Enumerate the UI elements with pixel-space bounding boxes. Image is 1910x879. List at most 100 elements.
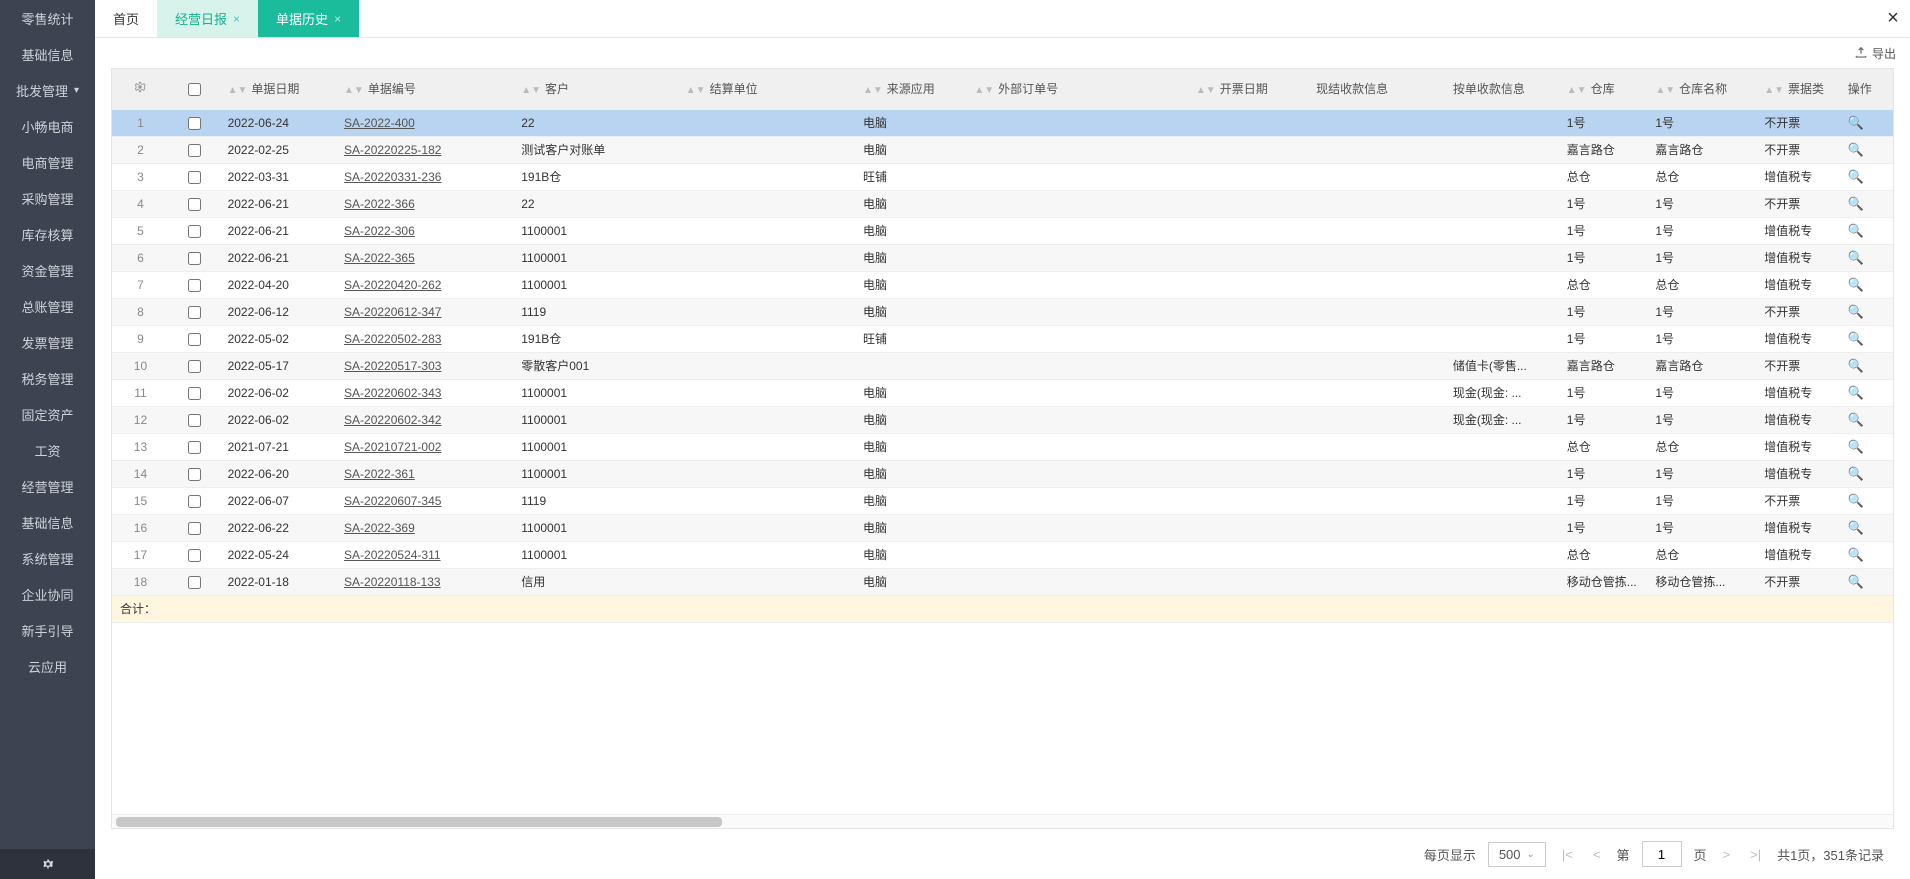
col-whname[interactable]: ▲▼仓库名称 — [1647, 69, 1756, 109]
sidebar-item-9[interactable]: 发票管理 — [0, 324, 95, 360]
doc-link[interactable]: SA-2022-369 — [344, 521, 415, 535]
sidebar-item-18[interactable]: 云应用 — [0, 648, 95, 684]
row-checkbox[interactable] — [188, 198, 201, 211]
cell-checkbox[interactable] — [169, 298, 220, 325]
doc-link[interactable]: SA-20220517-303 — [344, 359, 441, 373]
search-icon[interactable]: 🔍 — [1848, 574, 1864, 589]
col-gear[interactable] — [112, 69, 169, 109]
search-icon[interactable]: 🔍 — [1848, 412, 1864, 427]
doc-link[interactable]: SA-20220607-345 — [344, 494, 441, 508]
sidebar-item-10[interactable]: 税务管理 — [0, 360, 95, 396]
table-row[interactable]: 22022-02-25SA-20220225-182测试客户对账单电脑嘉言路仓嘉… — [112, 136, 1893, 163]
cell-checkbox[interactable] — [169, 568, 220, 595]
cell-op[interactable]: 🔍 — [1840, 541, 1893, 568]
sidebar-settings[interactable] — [0, 849, 95, 879]
tab-bar-close[interactable]: × — [1876, 0, 1910, 37]
row-checkbox[interactable] — [188, 171, 201, 184]
cell-op[interactable]: 🔍 — [1840, 271, 1893, 298]
table-row[interactable]: 12022-06-24SA-2022-40022电脑1号1号不开票🔍 — [112, 109, 1893, 136]
row-checkbox[interactable] — [188, 468, 201, 481]
row-checkbox[interactable] — [188, 252, 201, 265]
sidebar-item-14[interactable]: 基础信息 — [0, 504, 95, 540]
cell-op[interactable]: 🔍 — [1840, 298, 1893, 325]
page-next[interactable]: > — [1719, 847, 1735, 862]
search-icon[interactable]: 🔍 — [1848, 277, 1864, 292]
row-checkbox[interactable] — [188, 144, 201, 157]
table-row[interactable]: 162022-06-22SA-2022-3691100001电脑1号1号增值税专… — [112, 514, 1893, 541]
table-row[interactable]: 142022-06-20SA-2022-3611100001电脑1号1号增值税专… — [112, 460, 1893, 487]
cell-op[interactable]: 🔍 — [1840, 352, 1893, 379]
sidebar-item-0[interactable]: 零售统计 — [0, 0, 95, 36]
search-icon[interactable]: 🔍 — [1848, 358, 1864, 373]
row-checkbox[interactable] — [188, 117, 201, 130]
doc-link[interactable]: SA-20220502-283 — [344, 332, 441, 346]
col-src[interactable]: ▲▼来源应用 — [855, 69, 966, 109]
page-first[interactable]: |< — [1558, 847, 1577, 862]
table-row[interactable]: 122022-06-02SA-20220602-3421100001电脑现金(现… — [112, 406, 1893, 433]
table-row[interactable]: 32022-03-31SA-20220331-236191B仓旺铺总仓总仓增值税… — [112, 163, 1893, 190]
col-ticket[interactable]: ▲▼票据类 — [1756, 69, 1840, 109]
col-invdate[interactable]: ▲▼开票日期 — [1188, 69, 1308, 109]
cell-op[interactable]: 🔍 — [1840, 217, 1893, 244]
search-icon[interactable]: 🔍 — [1848, 466, 1864, 481]
cell-checkbox[interactable] — [169, 109, 220, 136]
doc-link[interactable]: SA-20220612-347 — [344, 305, 441, 319]
row-checkbox[interactable] — [188, 279, 201, 292]
cell-checkbox[interactable] — [169, 487, 220, 514]
table-row[interactable]: 152022-06-07SA-20220607-3451119电脑1号1号不开票… — [112, 487, 1893, 514]
cell-checkbox[interactable] — [169, 379, 220, 406]
sidebar-item-2[interactable]: 批发管理 — [0, 72, 95, 108]
search-icon[interactable]: 🔍 — [1848, 142, 1864, 157]
horizontal-scrollbar[interactable] — [112, 814, 1893, 828]
row-checkbox[interactable] — [188, 576, 201, 589]
sidebar-item-13[interactable]: 经营管理 — [0, 468, 95, 504]
search-icon[interactable]: 🔍 — [1848, 385, 1864, 400]
cell-op[interactable]: 🔍 — [1840, 406, 1893, 433]
tab-bill-history[interactable]: 单据历史 × — [258, 0, 359, 37]
row-checkbox[interactable] — [188, 414, 201, 427]
doc-link[interactable]: SA-20220602-342 — [344, 413, 441, 427]
table-row[interactable]: 132021-07-21SA-20210721-0021100001电脑总仓总仓… — [112, 433, 1893, 460]
doc-link[interactable]: SA-2022-366 — [344, 197, 415, 211]
doc-link[interactable]: SA-20220225-182 — [344, 143, 441, 157]
table-row[interactable]: 72022-04-20SA-20220420-2621100001电脑总仓总仓增… — [112, 271, 1893, 298]
row-checkbox[interactable] — [188, 387, 201, 400]
col-bycash[interactable]: 按单收款信息 — [1445, 69, 1559, 109]
table-row[interactable]: 92022-05-02SA-20220502-283191B仓旺铺1号1号增值税… — [112, 325, 1893, 352]
tab-home[interactable]: 首页 — [95, 0, 157, 37]
search-icon[interactable]: 🔍 — [1848, 169, 1864, 184]
table-row[interactable]: 172022-05-24SA-20220524-3111100001电脑总仓总仓… — [112, 541, 1893, 568]
col-cash[interactable]: 现结收款信息 — [1308, 69, 1445, 109]
select-all-checkbox[interactable] — [188, 83, 201, 96]
doc-link[interactable]: SA-20220331-236 — [344, 170, 441, 184]
cell-checkbox[interactable] — [169, 271, 220, 298]
per-page-select[interactable]: 500 ⌄ — [1488, 842, 1546, 867]
table-row[interactable]: 82022-06-12SA-20220612-3471119电脑1号1号不开票🔍 — [112, 298, 1893, 325]
sidebar-item-1[interactable]: 基础信息 — [0, 36, 95, 72]
search-icon[interactable]: 🔍 — [1848, 547, 1864, 562]
table-scroll[interactable]: ▲▼单据日期 ▲▼单据编号 ▲▼客户 ▲▼结算单位 ▲▼来源应用 ▲▼外部订单号… — [112, 69, 1893, 814]
col-ext[interactable]: ▲▼外部订单号 — [966, 69, 1188, 109]
export-button[interactable]: 导出 — [1854, 45, 1896, 62]
sidebar-item-3[interactable]: 小畅电商 — [0, 108, 95, 144]
cell-op[interactable]: 🔍 — [1840, 136, 1893, 163]
doc-link[interactable]: SA-20220602-343 — [344, 386, 441, 400]
col-wh[interactable]: ▲▼仓库 — [1559, 69, 1648, 109]
cell-op[interactable]: 🔍 — [1840, 109, 1893, 136]
row-checkbox[interactable] — [188, 549, 201, 562]
doc-link[interactable]: SA-2022-400 — [344, 116, 415, 130]
table-row[interactable]: 52022-06-21SA-2022-3061100001电脑1号1号增值税专🔍 — [112, 217, 1893, 244]
row-checkbox[interactable] — [188, 306, 201, 319]
sidebar-item-5[interactable]: 采购管理 — [0, 180, 95, 216]
cell-op[interactable]: 🔍 — [1840, 460, 1893, 487]
row-checkbox[interactable] — [188, 522, 201, 535]
sidebar-item-4[interactable]: 电商管理 — [0, 144, 95, 180]
search-icon[interactable]: 🔍 — [1848, 439, 1864, 454]
row-checkbox[interactable] — [188, 360, 201, 373]
search-icon[interactable]: 🔍 — [1848, 196, 1864, 211]
cell-op[interactable]: 🔍 — [1840, 568, 1893, 595]
search-icon[interactable]: 🔍 — [1848, 493, 1864, 508]
search-icon[interactable]: 🔍 — [1848, 304, 1864, 319]
cell-checkbox[interactable] — [169, 325, 220, 352]
cell-op[interactable]: 🔍 — [1840, 433, 1893, 460]
